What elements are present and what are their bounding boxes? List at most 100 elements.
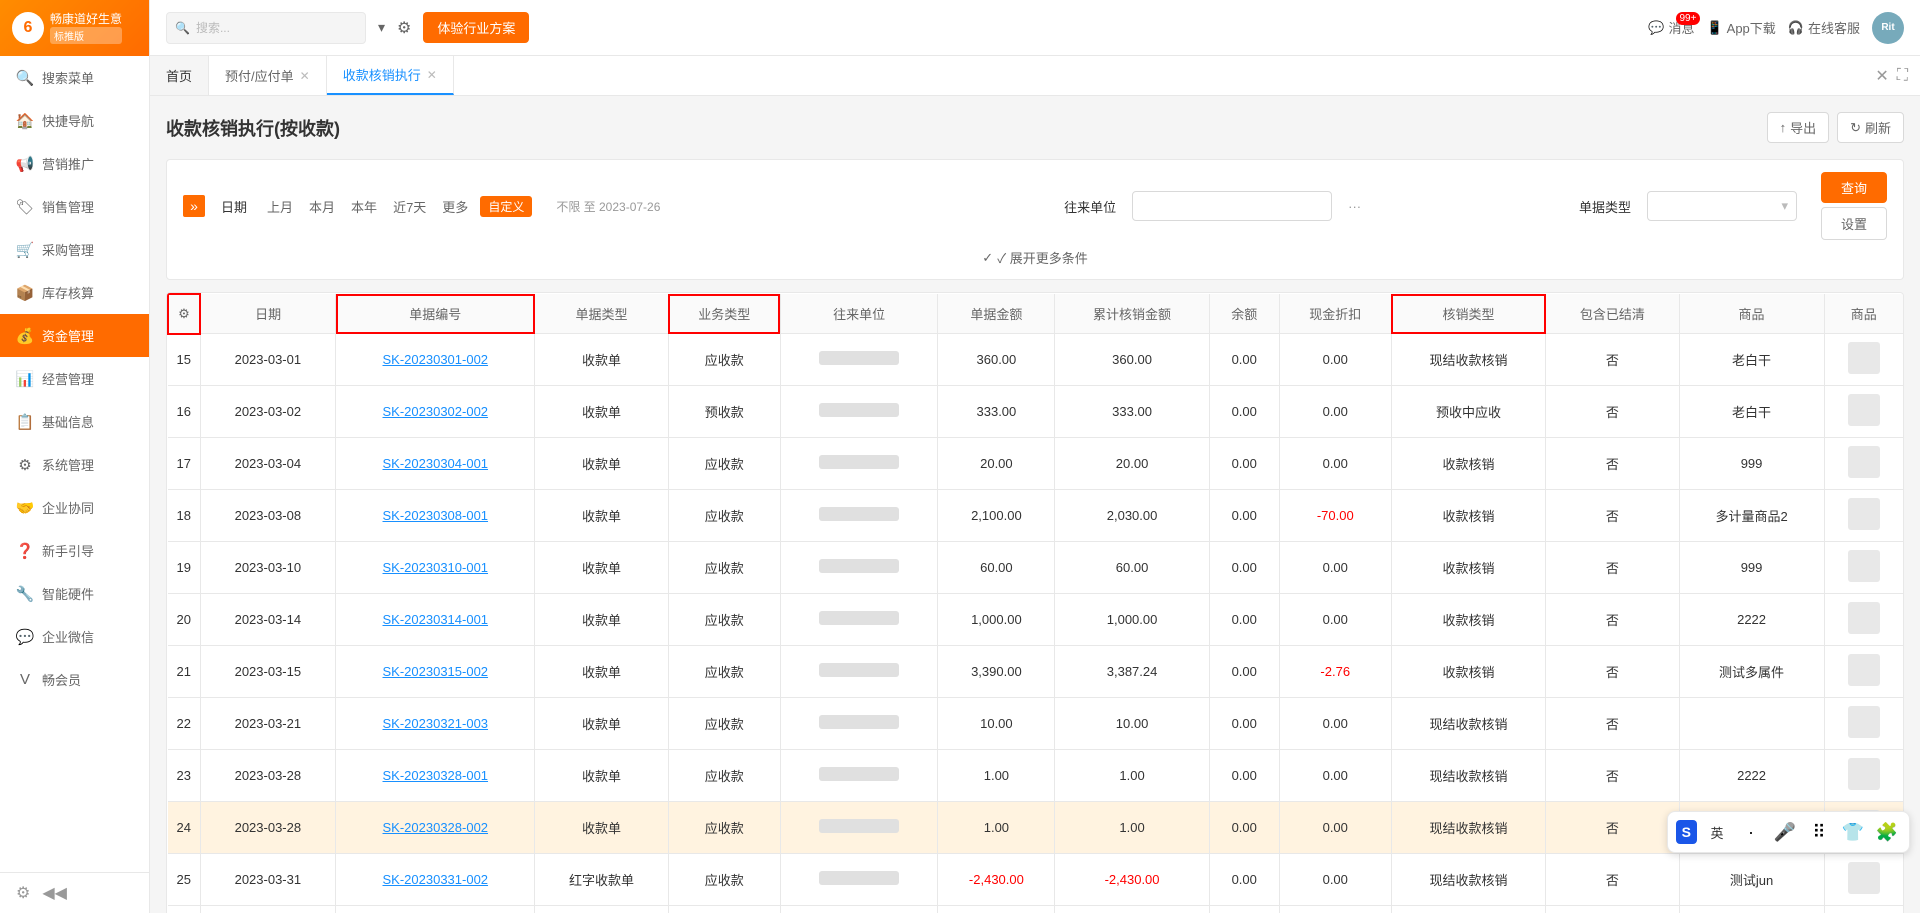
table-row: 182023-03-08SK-20230308-001收款单应收款2,100.0… [168, 490, 1903, 542]
voucher-type-dropdown-icon: ▾ [1781, 198, 1788, 214]
sidebar-item-search-menu[interactable]: 🔍 搜索菜单 [0, 56, 149, 99]
float-grid-icon[interactable]: ⠿ [1805, 818, 1833, 846]
table-body: 152023-03-01SK-20230301-002收款单应收款360.003… [168, 334, 1903, 913]
sidebar-item-basic-info[interactable]: 📋 基础信息 [0, 400, 149, 443]
float-dot-btn[interactable]: · [1737, 818, 1765, 846]
sidebar-item-operation[interactable]: 📊 经营管理 [0, 357, 149, 400]
date-option-this-month[interactable]: 本月 [305, 195, 339, 218]
guide-icon: ❓ [16, 542, 34, 560]
tab-receipt-verify[interactable]: 收款核销执行 ✕ [327, 56, 454, 95]
topbar-gear-icon[interactable]: ⚙ [397, 18, 411, 38]
topbar-service-btn[interactable]: 🎧 在线客服 [1788, 18, 1860, 37]
table-row: 152023-03-01SK-20230301-002收款单应收款360.003… [168, 334, 1903, 386]
sidebar-item-membership[interactable]: V 畅会员 [0, 658, 149, 701]
data-table-wrap: ⚙ 日期 单据编号 单据类型 业务类型 往来单位 单据金额 累计核销金额 余额 … [166, 292, 1904, 913]
headset-icon: 🎧 [1788, 20, 1804, 36]
sidebar-item-marketing[interactable]: 📢 营销推广 [0, 142, 149, 185]
date-options: 上月 本月 本年 近7天 更多 自定义 [263, 195, 532, 218]
refresh-btn[interactable]: ↻ 刷新 [1837, 112, 1904, 143]
export-btn[interactable]: ↑ 导出 [1767, 112, 1830, 143]
float-puzzle-icon[interactable]: 🧩 [1873, 818, 1901, 846]
logo-icon: 6 [12, 12, 44, 44]
topbar-search-box[interactable]: 🔍 搜索... [166, 12, 366, 44]
tab-receipt-label: 收款核销执行 [343, 65, 421, 84]
filter-expand-btn[interactable]: » [183, 195, 205, 217]
date-range-display: 不限 至 2023-07-26 [556, 198, 660, 215]
tabbar: 首页 预付/应付单 ✕ 收款核销执行 ✕ ✕ ⛶ [150, 56, 1920, 96]
page-header: 收款核销执行(按收款) ↑ 导出 ↻ 刷新 [166, 112, 1904, 143]
sidebar-settings-btn[interactable]: ⚙ [16, 883, 30, 903]
date-custom-btn[interactable]: 自定义 [480, 196, 532, 217]
partner-dots[interactable]: ··· [1348, 199, 1361, 214]
user-avatar[interactable]: Rit [1872, 12, 1904, 44]
col-date: 日期 [200, 294, 336, 334]
industry-solution-btn[interactable]: 体验行业方案 [423, 12, 529, 43]
operation-icon: 📊 [16, 370, 34, 388]
date-option-this-year[interactable]: 本年 [347, 195, 381, 218]
topbar-app-btn[interactable]: 📱 App下载 [1706, 18, 1775, 37]
table-row: 242023-03-28SK-20230328-002收款单应收款1.001.0… [168, 802, 1903, 854]
col-biz-type: 业务类型 [668, 294, 780, 334]
col-doc-no: 单据编号 [336, 294, 535, 334]
sidebar-item-quick-nav[interactable]: 🏠 快捷导航 [0, 99, 149, 142]
table-row: 162023-03-02SK-20230302-002收款单预收款333.003… [168, 386, 1903, 438]
topbar-search-icon: 🔍 [175, 21, 190, 35]
tab-home[interactable]: 首页 [150, 56, 209, 95]
float-mic-icon[interactable]: 🎤 [1771, 818, 1799, 846]
message-icon: 💬 [1648, 20, 1664, 36]
col-cum-amount: 累计核销金额 [1055, 294, 1209, 334]
date-option-more[interactable]: 更多 [438, 195, 472, 218]
sidebar-item-smart-hw[interactable]: 🔧 智能硬件 [0, 572, 149, 615]
col-settings[interactable]: ⚙ [168, 294, 200, 334]
float-toolbar: S 英 · 🎤 ⠿ 👕 🧩 [1667, 811, 1910, 853]
tab-prepaid-payable[interactable]: 预付/应付单 ✕ [209, 56, 327, 95]
col-verify-type: 核销类型 [1391, 294, 1545, 334]
expand-more-icon: ✓ [982, 250, 993, 266]
sidebar-item-guide[interactable]: ❓ 新手引导 [0, 529, 149, 572]
sidebar-item-sys-mgmt[interactable]: ⚙ 系统管理 [0, 443, 149, 486]
tab-close-all-btn[interactable]: ✕ [1875, 66, 1888, 86]
table-row: 232023-03-28SK-20230328-001收款单应收款1.001.0… [168, 750, 1903, 802]
sidebar-item-wx-corp[interactable]: 💬 企业微信 [0, 615, 149, 658]
filter-row-1: » 日期 上月 本月 本年 近7天 更多 自定义 不限 至 2023-07-26… [183, 172, 1887, 240]
date-option-7days[interactable]: 近7天 [389, 195, 430, 218]
float-shirt-icon[interactable]: 👕 [1839, 818, 1867, 846]
voucher-type-label: 单据类型 [1579, 197, 1631, 216]
sidebar-bottom: ⚙ ◀◀ [0, 872, 149, 913]
sidebar-item-purchase[interactable]: 🛒 采购管理 [0, 228, 149, 271]
tab-fullscreen-btn[interactable]: ⛶ [1897, 67, 1908, 85]
table-row: 172023-03-04SK-20230304-001收款单应收款20.0020… [168, 438, 1903, 490]
table-row: 222023-03-21SK-20230321-003收款单应收款10.0010… [168, 698, 1903, 750]
col-product2: 商品 [1824, 294, 1903, 334]
phone-icon: 📱 [1706, 20, 1722, 36]
expand-more-btn[interactable]: ✓ ✓ 展开更多条件 [982, 248, 1087, 267]
voucher-type-select[interactable]: ▾ [1647, 191, 1797, 221]
col-partner: 往来单位 [780, 294, 938, 334]
sidebar-item-finance[interactable]: 💰 资金管理 [0, 314, 149, 357]
enterprise-icon: 🤝 [16, 499, 34, 517]
sidebar-collapse-btn[interactable]: ◀◀ [42, 883, 67, 903]
tab-receipt-close[interactable]: ✕ [427, 68, 437, 82]
table-header-row: ⚙ 日期 单据编号 单据类型 业务类型 往来单位 单据金额 累计核销金额 余额 … [168, 294, 1903, 334]
filter-expand-row: ✓ ✓ 展开更多条件 [183, 248, 1887, 267]
topbar-dropdown-btn[interactable]: ▾ [378, 19, 385, 36]
date-option-last-month[interactable]: 上月 [263, 195, 297, 218]
settings-icon: ⚙ [16, 456, 34, 474]
tab-prepaid-close[interactable]: ✕ [300, 69, 310, 83]
partner-filter-input[interactable] [1132, 191, 1332, 221]
col-product: 商品 [1679, 294, 1824, 334]
page-title: 收款核销执行(按收款) [166, 115, 340, 141]
sidebar-item-sales[interactable]: 🏷 销售管理 [0, 185, 149, 228]
col-doc-type: 单据类型 [535, 294, 668, 334]
sidebar-item-enterprise[interactable]: 🤝 企业协同 [0, 486, 149, 529]
col-discount: 现金折扣 [1279, 294, 1391, 334]
partner-filter-label: 往来单位 [1064, 197, 1116, 216]
filter-settings-btn[interactable]: 设置 [1821, 207, 1887, 240]
sidebar-item-inventory[interactable]: 📦 库存核算 [0, 271, 149, 314]
tab-home-label: 首页 [166, 66, 192, 85]
query-btn[interactable]: 查询 [1821, 172, 1887, 203]
main-area: 🔍 搜索... ▾ ⚙ 体验行业方案 💬 消息 99+ 📱 App下载 🎧 在线… [150, 0, 1920, 913]
topbar-msg-btn[interactable]: 💬 消息 99+ [1648, 18, 1694, 37]
float-english-btn[interactable]: 英 [1703, 818, 1731, 846]
filter-bar: » 日期 上月 本月 本年 近7天 更多 自定义 不限 至 2023-07-26… [166, 159, 1904, 280]
